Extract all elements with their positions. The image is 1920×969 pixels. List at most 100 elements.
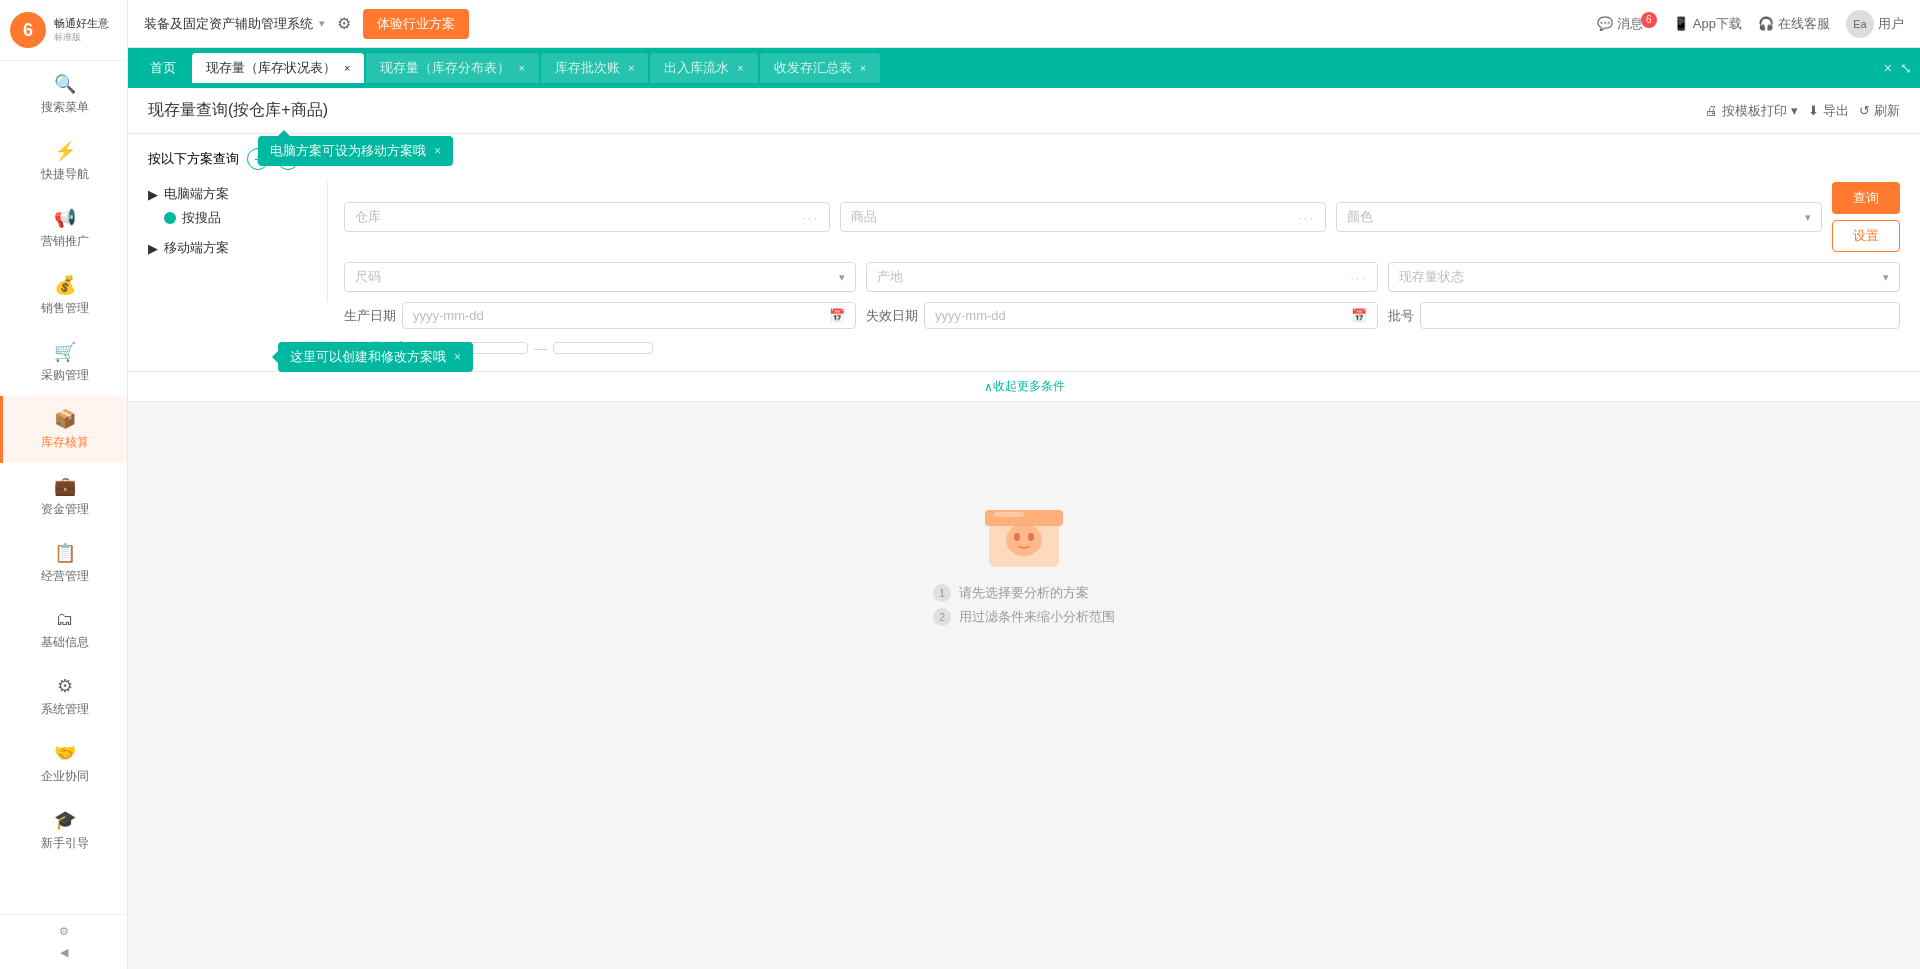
sidebar-item-finance[interactable]: 💼 资金管理 (0, 463, 127, 530)
size-field[interactable]: 尺码 ▾ (344, 262, 856, 292)
printer-icon: 🖨 (1705, 103, 1718, 118)
tab-receive-summary[interactable]: 收发存汇总表 × (760, 53, 880, 83)
sidebar-footer-settings[interactable]: ⚙ (59, 925, 69, 938)
tab-label: 收发存汇总表 (774, 59, 852, 77)
calendar-icon: 📅 (829, 308, 845, 323)
reset-button[interactable]: 设置 (1832, 220, 1900, 252)
handshake-icon: 🤝 (54, 742, 76, 764)
tooltip-scheme-text: 这里可以创建和修改方案哦 (290, 348, 446, 366)
tooltip-create-scheme: 这里可以创建和修改方案哦 × (278, 342, 473, 372)
sidebar: 6 畅通好生意 标准版 🔍 搜索菜单 ⚡ 快捷导航 📢 营销推广 💰 销售管理 … (0, 0, 128, 969)
sidebar-item-marketing[interactable]: 📢 营销推广 (0, 195, 127, 262)
sidebar-item-enterprise[interactable]: 🤝 企业协同 (0, 730, 127, 797)
size-dropdown-icon: ▾ (839, 271, 845, 284)
tab-close-icon[interactable]: × (518, 62, 524, 74)
empty-svg (969, 482, 1079, 572)
origin-field[interactable]: 产地 ··· (866, 262, 1378, 292)
search-icon: 🔍 (54, 73, 76, 95)
filter-row-1: 仓库 ··· 商品 ··· 颜色 ▾ 查询 设置 (344, 182, 1900, 252)
tab-in-out-flow[interactable]: 出入库流水 × (650, 53, 757, 83)
sidebar-item-system[interactable]: ⚙ 系统管理 (0, 663, 127, 730)
production-date-group: 生产日期 yyyy-mm-dd 📅 (344, 302, 856, 329)
production-date-input[interactable]: yyyy-mm-dd 📅 (402, 302, 856, 329)
expiry-date-group: 失效日期 yyyy-mm-dd 📅 (866, 302, 1378, 329)
print-action[interactable]: 🖨 按模板打印 ▾ (1705, 102, 1798, 120)
filter-area: 按以下方案查询 + ✎ « ▶ 电脑端方案 按搜品 (128, 134, 1920, 372)
tab-close-icon[interactable]: × (860, 62, 866, 74)
tab-close-icon[interactable]: × (344, 62, 350, 74)
app-download-item[interactable]: 📱 App下载 (1673, 15, 1742, 33)
cart-icon: 🛒 (54, 341, 76, 363)
step-1-text: 请先选择要分析的方案 (959, 584, 1089, 602)
size-label: 尺码 (355, 268, 381, 286)
color-field[interactable]: 颜色 ▾ (1336, 202, 1822, 232)
collapse-bar[interactable]: ∧ 收起更多条件 (128, 372, 1920, 402)
industry-button[interactable]: 体验行业方案 (363, 9, 469, 39)
export-action[interactable]: ⬇ 导出 (1808, 102, 1849, 120)
user-item[interactable]: Ea 用户 (1846, 10, 1904, 38)
tab-close-icon[interactable]: × (628, 62, 634, 74)
scheme-desktop-label: 电脑端方案 (164, 185, 229, 203)
sidebar-item-operations[interactable]: 📋 经营管理 (0, 530, 127, 597)
scheme-desktop[interactable]: ▶ 电脑端方案 (148, 182, 315, 206)
search-button[interactable]: 查询 (1832, 182, 1900, 214)
dropdown-arrow-icon: ▾ (319, 17, 325, 30)
sidebar-item-label: 销售管理 (41, 300, 89, 317)
sidebar-item-label: 采购管理 (41, 367, 89, 384)
tab-label: 出入库流水 (664, 59, 729, 77)
inventory-max-input[interactable] (553, 342, 653, 354)
tab-label: 现存量（库存分布表） (380, 59, 510, 77)
warehouse-field[interactable]: 仓库 ··· (344, 202, 830, 232)
tooltip-close-icon[interactable]: × (434, 144, 441, 158)
tab-close-icon[interactable]: × (737, 62, 743, 74)
filter-label: 按以下方案查询 (148, 150, 239, 168)
tab-batch-ledger[interactable]: 库存批次账 × (541, 53, 648, 83)
avatar: Ea (1846, 10, 1874, 38)
sidebar-item-label: 搜索菜单 (41, 99, 89, 116)
expiry-date-input[interactable]: yyyy-mm-dd 📅 (924, 302, 1378, 329)
tab-maximize-icon[interactable]: ⤡ (1900, 60, 1912, 76)
sidebar-footer: ⚙ ◀ (0, 914, 127, 969)
main-area: 装备及固定资产辅助管理系统 ▾ ⚙ 体验行业方案 💬 消息 6 📱 App下载 … (128, 0, 1920, 969)
refresh-action[interactable]: ↺ 刷新 (1859, 102, 1900, 120)
svg-point-4 (1028, 533, 1034, 541)
tab-close-all-icon[interactable]: × (1884, 60, 1892, 76)
messages-item[interactable]: 💬 消息 6 (1597, 15, 1657, 33)
warehouse-label: 仓库 (355, 208, 381, 226)
sidebar-item-base-info[interactable]: 🗂 基础信息 (0, 597, 127, 663)
box-icon: 📦 (54, 408, 76, 430)
tooltip-scheme-close-icon[interactable]: × (454, 350, 461, 364)
sidebar-item-sales[interactable]: 💰 销售管理 (0, 262, 127, 329)
megaphone-icon: 📢 (54, 207, 76, 229)
inventory-status-field[interactable]: 现存量状态 ▾ (1388, 262, 1900, 292)
app-download-label: App下载 (1693, 15, 1742, 33)
scheme-mobile[interactable]: ▶ 移动端方案 (148, 236, 315, 260)
refresh-label: 刷新 (1874, 102, 1900, 120)
tab-inventory-status[interactable]: 现存量（库存状况表） × (192, 53, 364, 83)
sidebar-item-inventory[interactable]: 📦 库存核算 (0, 396, 127, 463)
tab-home[interactable]: 首页 (136, 53, 190, 83)
sidebar-item-quick-nav[interactable]: ⚡ 快捷导航 (0, 128, 127, 195)
print-label: 按模板打印 (1722, 102, 1787, 120)
online-support-item[interactable]: 🎧 在线客服 (1758, 15, 1830, 33)
phone-icon: 📱 (1673, 16, 1689, 31)
sidebar-item-label: 企业协同 (41, 768, 89, 785)
sidebar-footer-collapse[interactable]: ◀ (60, 946, 68, 959)
svg-point-2 (1006, 524, 1042, 556)
empty-steps: 1 请先选择要分析的方案 2 用过滤条件来缩小分析范围 (933, 584, 1115, 626)
dropdown-arrow: ▾ (1791, 103, 1798, 118)
sidebar-item-purchase[interactable]: 🛒 采购管理 (0, 329, 127, 396)
collapse-icon: ◀ (60, 946, 68, 959)
scheme-arrow-icon: ▶ (148, 187, 158, 202)
messages-label: 消息 (1617, 15, 1643, 33)
product-field[interactable]: 商品 ··· (840, 202, 1326, 232)
logo-icon: 6 (10, 12, 46, 48)
folder-icon: 🗂 (56, 609, 74, 630)
batch-no-input[interactable] (1420, 302, 1900, 329)
scheme-desktop-sub[interactable]: 按搜品 (148, 206, 315, 230)
sidebar-item-search[interactable]: 🔍 搜索菜单 (0, 61, 127, 128)
tab-inventory-dist[interactable]: 现存量（库存分布表） × (366, 53, 538, 83)
sidebar-item-guide[interactable]: 🎓 新手引导 (0, 797, 127, 864)
header-settings-icon[interactable]: ⚙ (337, 14, 351, 33)
system-title: 装备及固定资产辅助管理系统 ▾ (144, 15, 325, 33)
